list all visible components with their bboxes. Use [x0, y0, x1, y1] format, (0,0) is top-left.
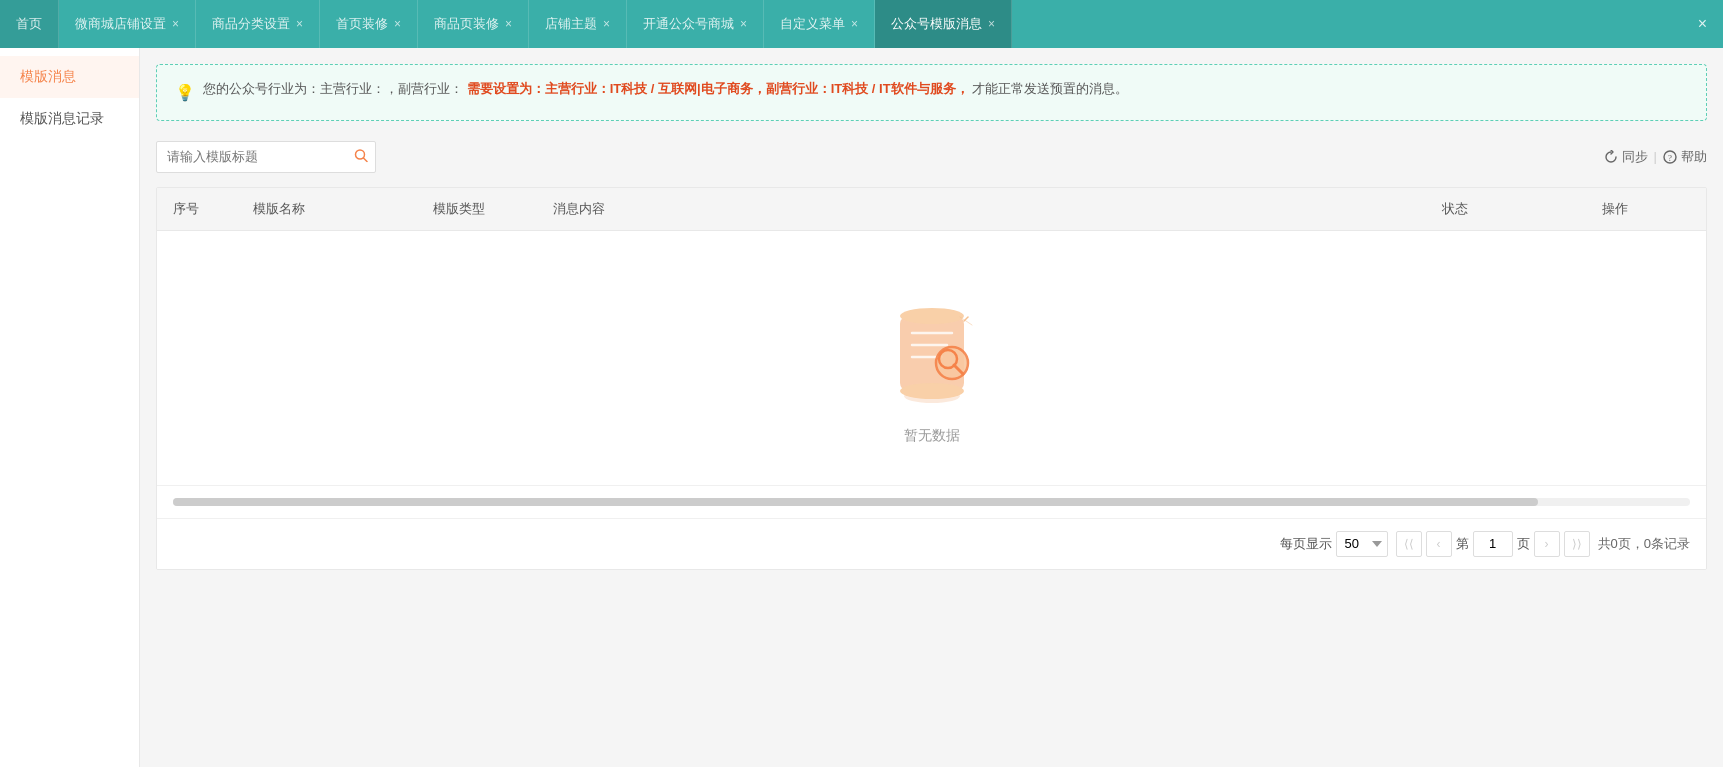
search-button[interactable] — [354, 148, 368, 165]
sidebar-item-template-msg[interactable]: 模版消息 — [0, 56, 139, 98]
tab-wsc-settings-label: 微商城店铺设置 — [75, 15, 166, 33]
sync-label: 同步 — [1622, 148, 1648, 166]
notice-text: 您的公众号行业为：主营行业：，副营行业： 需要设置为：主营行业：IT科技 / 互… — [203, 79, 1128, 100]
tab-store-theme-label: 店铺主题 — [545, 15, 597, 33]
notice-box: 💡 您的公众号行业为：主营行业：，副营行业： 需要设置为：主营行业：IT科技 /… — [156, 64, 1707, 121]
next-page-button[interactable]: › — [1534, 531, 1560, 557]
tab-home-decor-label: 首页装修 — [336, 15, 388, 33]
fake-scrollbar[interactable] — [173, 498, 1690, 506]
search-input[interactable] — [156, 141, 376, 173]
search-bar: 同步 | ? 帮助 — [156, 141, 1707, 173]
tab-product-category-close[interactable]: × — [296, 17, 303, 31]
main-content: 💡 您的公众号行业为：主营行业：，副营行业： 需要设置为：主营行业：IT科技 /… — [140, 48, 1723, 767]
page-nav: ⟨⟨ ‹ 第 页 › ⟩⟩ — [1396, 531, 1590, 557]
first-page-button[interactable]: ⟨⟨ — [1396, 531, 1422, 557]
col-type: 模版类型 — [417, 188, 537, 230]
table-header: 序号 模版名称 模版类型 消息内容 状态 操作 — [157, 188, 1706, 231]
tab-home-decor-close[interactable]: × — [394, 17, 401, 31]
tab-home-decor[interactable]: 首页装修 × — [320, 0, 418, 48]
tab-custom-menu-label: 自定义菜单 — [780, 15, 845, 33]
tab-open-mall-label: 开通公众号商城 — [643, 15, 734, 33]
tab-product-category-label: 商品分类设置 — [212, 15, 290, 33]
empty-text: 暂无数据 — [904, 427, 960, 445]
tab-product-decor-label: 商品页装修 — [434, 15, 499, 33]
notice-suffix: 才能正常发送预置的消息。 — [972, 81, 1128, 96]
tab-custom-menu-close[interactable]: × — [851, 17, 858, 31]
search-left — [156, 141, 376, 173]
scrollbar-row — [157, 485, 1706, 518]
pagination: 每页显示 50 20 100 ⟨⟨ ‹ 第 页 › ⟩⟩ 共0页，0条记 — [157, 518, 1706, 569]
tab-template-msg-close[interactable]: × — [988, 17, 995, 31]
tab-product-decor[interactable]: 商品页装修 × — [418, 0, 529, 48]
col-content: 消息内容 — [537, 188, 1426, 230]
page-size-select: 每页显示 50 20 100 — [1280, 531, 1388, 557]
search-input-wrap — [156, 141, 376, 173]
sidebar-item-template-msg-label: 模版消息 — [20, 68, 76, 84]
svg-point-7 — [900, 383, 964, 399]
col-action: 操作 — [1586, 188, 1706, 230]
svg-line-1 — [364, 158, 368, 162]
empty-state: 暂无数据 — [157, 231, 1706, 485]
empty-illustration — [872, 291, 992, 411]
page-label-prefix: 第 — [1456, 535, 1469, 553]
sidebar-item-template-msg-log-label: 模版消息记录 — [20, 110, 104, 126]
divider: | — [1654, 149, 1657, 164]
tab-wsc-settings-close[interactable]: × — [172, 17, 179, 31]
col-status: 状态 — [1426, 188, 1586, 230]
sidebar: 模版消息 模版消息记录 — [0, 48, 140, 767]
top-nav: 首页 微商城店铺设置 × 商品分类设置 × 首页装修 × 商品页装修 × 店铺主… — [0, 0, 1723, 48]
last-page-button[interactable]: ⟩⟩ — [1564, 531, 1590, 557]
prev-page-button[interactable]: ‹ — [1426, 531, 1452, 557]
search-icon — [354, 148, 368, 162]
notice-icon: 💡 — [175, 80, 195, 106]
main-layout: 模版消息 模版消息记录 💡 您的公众号行业为：主营行业：，副营行业： 需要设置为… — [0, 48, 1723, 767]
total-text: 共0页，0条记录 — [1598, 535, 1690, 553]
notice-highlight: 需要设置为：主营行业：IT科技 / 互联网|电子商务，副营行业：IT科技 / I… — [467, 81, 969, 96]
tab-home-label: 首页 — [16, 15, 42, 33]
page-size-dropdown[interactable]: 50 20 100 — [1336, 531, 1388, 557]
global-close-button[interactable]: × — [1682, 15, 1723, 33]
tab-wsc-settings[interactable]: 微商城店铺设置 × — [59, 0, 196, 48]
help-button[interactable]: ? 帮助 — [1663, 148, 1707, 166]
help-icon: ? — [1663, 150, 1677, 164]
col-index: 序号 — [157, 188, 237, 230]
tab-product-category[interactable]: 商品分类设置 × — [196, 0, 320, 48]
tab-open-mall[interactable]: 开通公众号商城 × — [627, 0, 764, 48]
tab-custom-menu[interactable]: 自定义菜单 × — [764, 0, 875, 48]
sync-icon — [1604, 150, 1618, 164]
page-input[interactable] — [1473, 531, 1513, 557]
help-label: 帮助 — [1681, 148, 1707, 166]
page-label-suffix: 页 — [1517, 535, 1530, 553]
search-right: 同步 | ? 帮助 — [1604, 148, 1707, 166]
tab-store-theme-close[interactable]: × — [603, 17, 610, 31]
page-size-label: 每页显示 — [1280, 535, 1332, 553]
tab-template-msg-label: 公众号模版消息 — [891, 15, 982, 33]
tab-product-decor-close[interactable]: × — [505, 17, 512, 31]
col-name: 模版名称 — [237, 188, 417, 230]
sidebar-item-template-msg-log[interactable]: 模版消息记录 — [0, 98, 139, 140]
sync-button[interactable]: 同步 — [1604, 148, 1648, 166]
scrollbar-thumb — [173, 498, 1538, 506]
notice-prefix: 您的公众号行业为：主营行业：，副营行业： — [203, 81, 463, 96]
tab-open-mall-close[interactable]: × — [740, 17, 747, 31]
tab-home[interactable]: 首页 — [0, 0, 59, 48]
svg-text:?: ? — [1668, 153, 1672, 163]
table-container: 序号 模版名称 模版类型 消息内容 状态 操作 — [156, 187, 1707, 570]
tab-store-theme[interactable]: 店铺主题 × — [529, 0, 627, 48]
svg-point-6 — [900, 308, 964, 324]
tab-template-msg[interactable]: 公众号模版消息 × — [875, 0, 1012, 48]
